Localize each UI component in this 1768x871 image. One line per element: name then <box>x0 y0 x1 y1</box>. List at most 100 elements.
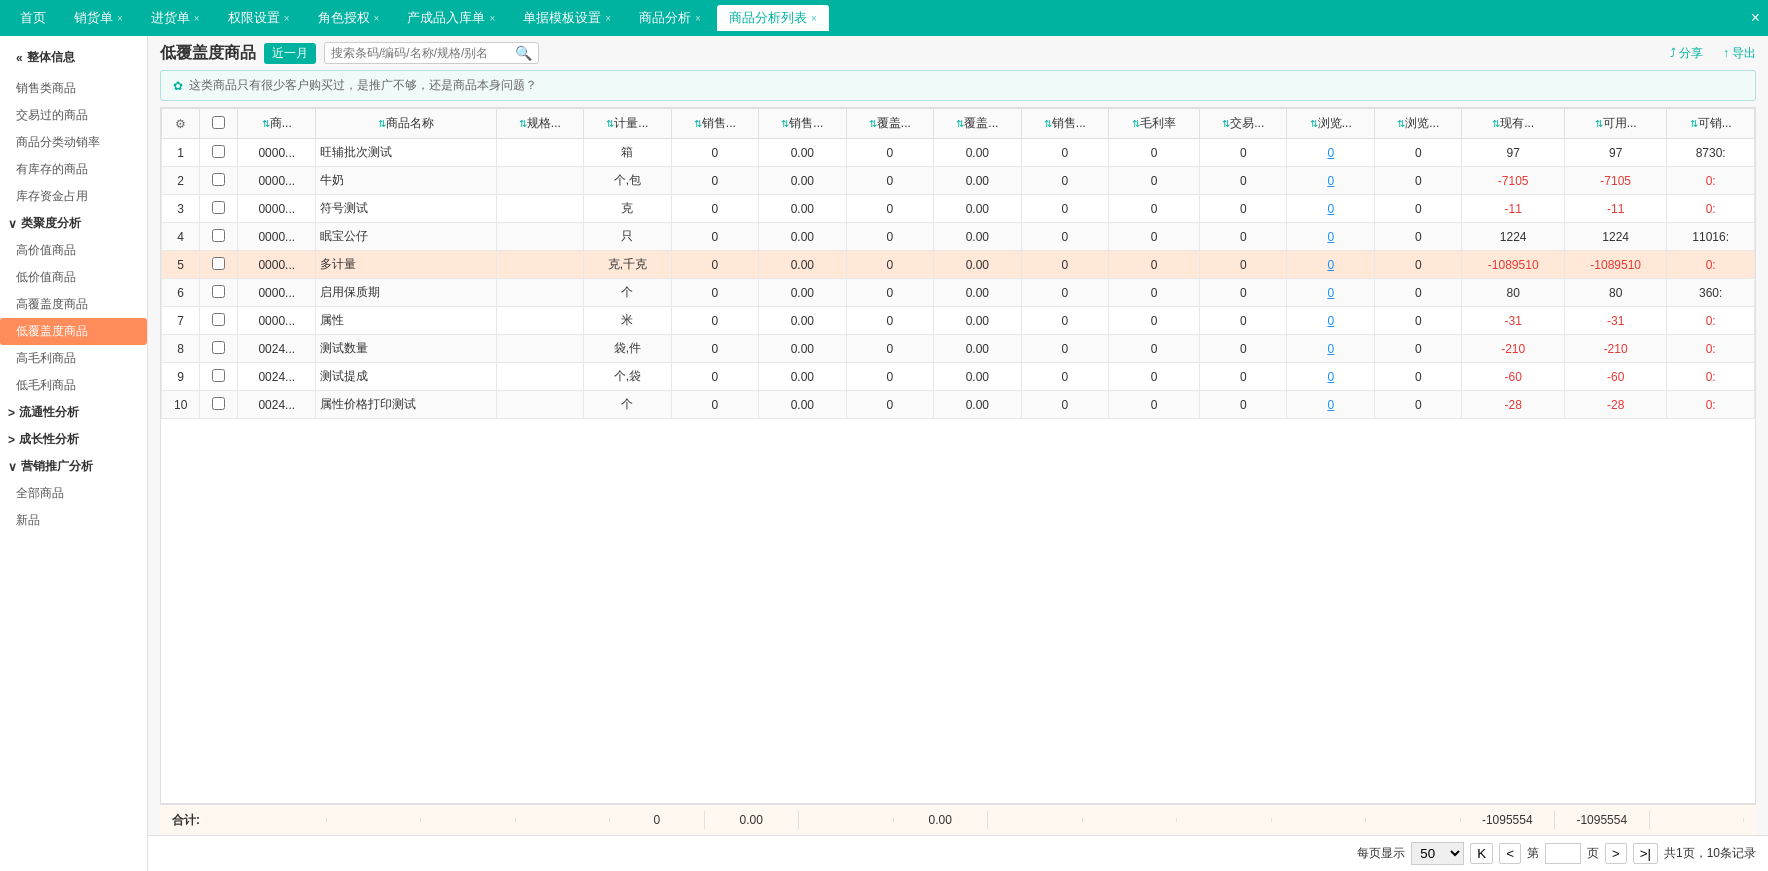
col-cover1[interactable]: ⇅覆盖... <box>846 109 934 139</box>
sidebar-item-traded-goods[interactable]: 交易过的商品 <box>0 102 147 129</box>
nav-tab-product-in[interactable]: 产成品入库单 × <box>395 5 507 31</box>
row-select-checkbox[interactable] <box>212 173 225 186</box>
browse-link[interactable]: 0 <box>1327 314 1334 328</box>
row-checkbox[interactable] <box>200 391 238 419</box>
browse-link[interactable]: 0 <box>1327 286 1334 300</box>
col-trade[interactable]: ⇅交易... <box>1199 109 1287 139</box>
sidebar-section-marketing[interactable]: ∨ 营销推广分析 <box>0 453 147 480</box>
col-gear[interactable]: ⚙ <box>162 109 200 139</box>
browse-link[interactable]: 0 <box>1327 202 1334 216</box>
row-browse1[interactable]: 0 <box>1287 391 1375 419</box>
row-browse1[interactable]: 0 <box>1287 335 1375 363</box>
col-current-stock[interactable]: ⇅现有... <box>1462 109 1564 139</box>
sidebar-item-new-goods[interactable]: 新品 <box>0 507 147 534</box>
row-select-checkbox[interactable] <box>212 201 225 214</box>
row-browse1[interactable]: 0 <box>1287 139 1375 167</box>
col-sellable[interactable]: ⇅可销... <box>1667 109 1755 139</box>
time-filter-button[interactable]: 近一月 <box>264 43 316 64</box>
row-browse1[interactable]: 0 <box>1287 223 1375 251</box>
search-input[interactable] <box>331 46 511 60</box>
row-checkbox[interactable] <box>200 251 238 279</box>
sidebar-item-high-margin[interactable]: 高毛利商品 <box>0 345 147 372</box>
nav-tab-purchase[interactable]: 进货单 × <box>139 5 212 31</box>
browse-link[interactable]: 0 <box>1327 146 1334 160</box>
sidebar-section-overview[interactable]: « 整体信息 <box>8 44 83 71</box>
nav-tab-goods-analysis[interactable]: 商品分析 × <box>627 5 713 31</box>
col-browse2[interactable]: ⇅浏览... <box>1374 109 1462 139</box>
sidebar-section-cluster[interactable]: ∨ 类聚度分析 <box>0 210 147 237</box>
row-select-checkbox[interactable] <box>212 369 225 382</box>
browse-link[interactable]: 0 <box>1327 258 1334 272</box>
close-icon[interactable]: × <box>605 13 611 24</box>
row-select-checkbox[interactable] <box>212 397 225 410</box>
col-cover2[interactable]: ⇅覆盖... <box>934 109 1022 139</box>
col-checkbox[interactable] <box>200 109 238 139</box>
row-browse1[interactable]: 0 <box>1287 167 1375 195</box>
row-checkbox[interactable] <box>200 195 238 223</box>
row-browse1[interactable]: 0 <box>1287 251 1375 279</box>
browse-link[interactable]: 0 <box>1327 398 1334 412</box>
next-page-button[interactable]: > <box>1605 843 1627 864</box>
row-select-checkbox[interactable] <box>212 257 225 270</box>
col-code[interactable]: ⇅商... <box>238 109 316 139</box>
sidebar-item-high-coverage[interactable]: 高覆盖度商品 <box>0 291 147 318</box>
share-button[interactable]: ⤴ 分享 <box>1670 45 1703 62</box>
close-icon[interactable]: × <box>374 13 380 24</box>
browse-link[interactable]: 0 <box>1327 174 1334 188</box>
nav-tab-goods-list[interactable]: 商品分析列表 × <box>717 5 829 31</box>
export-button[interactable]: ↑ 导出 <box>1723 45 1756 62</box>
row-select-checkbox[interactable] <box>212 145 225 158</box>
col-margin[interactable]: ⇅毛利率 <box>1109 109 1200 139</box>
sidebar-item-stocked-goods[interactable]: 有库存的商品 <box>0 156 147 183</box>
sidebar-item-all-goods[interactable]: 全部商品 <box>0 480 147 507</box>
sidebar-item-high-value[interactable]: 高价值商品 <box>0 237 147 264</box>
sidebar-item-sales-goods[interactable]: 销售类商品 <box>0 75 147 102</box>
col-sale-amount[interactable]: ⇅销售... <box>759 109 847 139</box>
row-checkbox[interactable] <box>200 167 238 195</box>
close-icon[interactable]: × <box>489 13 495 24</box>
browse-link[interactable]: 0 <box>1327 230 1334 244</box>
row-checkbox[interactable] <box>200 279 238 307</box>
sidebar-item-category-rate[interactable]: 商品分类动销率 <box>0 129 147 156</box>
row-browse1[interactable]: 0 <box>1287 279 1375 307</box>
nav-tab-home[interactable]: 首页 <box>8 5 58 31</box>
row-checkbox[interactable] <box>200 139 238 167</box>
row-checkbox[interactable] <box>200 307 238 335</box>
close-icon[interactable]: × <box>695 13 701 24</box>
browse-link[interactable]: 0 <box>1327 370 1334 384</box>
close-icon[interactable]: × <box>811 13 817 24</box>
nav-tab-role[interactable]: 角色授权 × <box>306 5 392 31</box>
row-browse1[interactable]: 0 <box>1287 195 1375 223</box>
row-select-checkbox[interactable] <box>212 229 225 242</box>
first-page-button[interactable]: K <box>1470 843 1493 864</box>
col-browse1[interactable]: ⇅浏览... <box>1287 109 1375 139</box>
row-checkbox[interactable] <box>200 223 238 251</box>
row-browse1[interactable]: 0 <box>1287 363 1375 391</box>
sidebar-section-growth[interactable]: > 成长性分析 <box>0 426 147 453</box>
sidebar-item-low-coverage[interactable]: 低覆盖度商品 <box>0 318 147 345</box>
row-select-checkbox[interactable] <box>212 285 225 298</box>
row-select-checkbox[interactable] <box>212 313 225 326</box>
row-checkbox[interactable] <box>200 335 238 363</box>
close-icon[interactable]: × <box>284 13 290 24</box>
browse-link[interactable]: 0 <box>1327 342 1334 356</box>
close-icon[interactable]: × <box>117 13 123 24</box>
close-icon[interactable]: × <box>194 13 200 24</box>
col-spec[interactable]: ⇅规格... <box>496 109 584 139</box>
row-checkbox[interactable] <box>200 363 238 391</box>
nav-tab-sales[interactable]: 销货单 × <box>62 5 135 31</box>
sidebar-item-capital[interactable]: 库存资金占用 <box>0 183 147 210</box>
col-name[interactable]: ⇅商品名称 <box>316 109 496 139</box>
search-icon[interactable]: 🔍 <box>515 45 532 61</box>
nav-tab-permission[interactable]: 权限设置 × <box>216 5 302 31</box>
prev-page-button[interactable]: < <box>1499 843 1521 864</box>
select-all-checkbox[interactable] <box>212 116 225 129</box>
sidebar-section-flow[interactable]: > 流通性分析 <box>0 399 147 426</box>
row-browse1[interactable]: 0 <box>1287 307 1375 335</box>
col-available[interactable]: ⇅可用... <box>1564 109 1666 139</box>
window-close-button[interactable]: × <box>1751 9 1760 27</box>
row-select-checkbox[interactable] <box>212 341 225 354</box>
sidebar-item-low-value[interactable]: 低价值商品 <box>0 264 147 291</box>
col-sale-count[interactable]: ⇅销售... <box>671 109 759 139</box>
page-size-select[interactable]: 50 100 200 <box>1411 842 1464 865</box>
